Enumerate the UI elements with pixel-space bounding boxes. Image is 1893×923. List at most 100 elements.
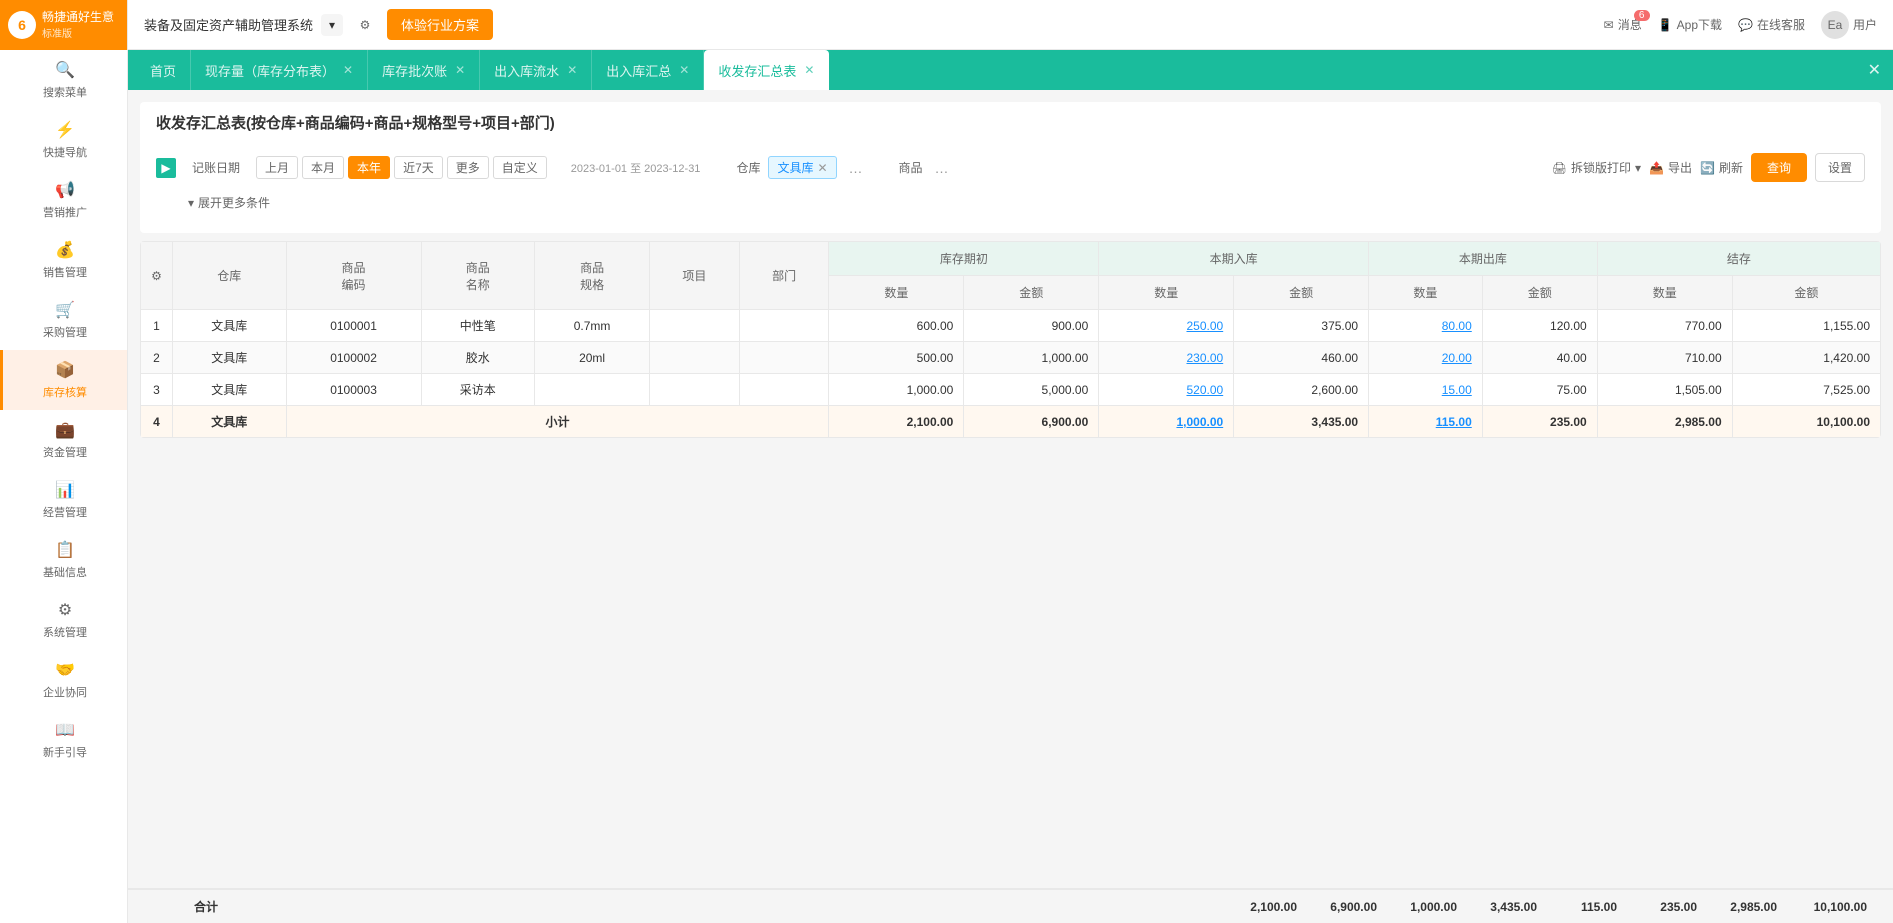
print-button[interactable]: 🖨 拆锁版打印 ▾ — [1552, 153, 1641, 182]
query-button[interactable]: 查询 — [1751, 153, 1807, 182]
subtotal-warehouse: 文具库 — [173, 406, 287, 438]
sidebar-label-3: 销售管理 — [43, 264, 87, 280]
tab-1[interactable]: 现存量（库存分布表）✕ — [191, 50, 368, 90]
tab-2[interactable]: 库存批次账✕ — [368, 50, 480, 90]
tab-4[interactable]: 出入库汇总✕ — [592, 50, 704, 90]
date-btn-7days[interactable]: 近7天 — [394, 156, 443, 179]
goods-more-icon[interactable]: … — [935, 160, 949, 176]
message-icon: ✉ — [1604, 18, 1614, 32]
col-closing-qty-header: 数量 — [1597, 276, 1732, 310]
date-btn-last-month[interactable]: 上月 — [256, 156, 298, 179]
cell-out-qty-0[interactable]: 80.00 — [1369, 310, 1483, 342]
subtotal-opening-amt: 6,900.00 — [964, 406, 1099, 438]
tabbar: 首页现存量（库存分布表）✕库存批次账✕出入库流水✕出入库汇总✕收发存汇总表✕ ✕ — [128, 50, 1893, 90]
sidebar-label-2: 营销推广 — [43, 204, 87, 220]
cell-closing-qty-1: 710.00 — [1597, 342, 1732, 374]
messages-button[interactable]: ✉ 消息 6 — [1604, 16, 1642, 33]
footer-closing-amt: 10,100.00 — [1787, 900, 1877, 914]
sidebar-icon-6: 💼 — [55, 420, 75, 440]
sidebar-item-快捷导航[interactable]: ⚡快捷导航 — [0, 110, 127, 170]
cell-out-amt-1: 40.00 — [1482, 342, 1597, 374]
date-btn-more[interactable]: 更多 — [447, 156, 489, 179]
filter-collapse-button[interactable]: ▶ — [156, 158, 176, 178]
sidebar-item-企业协同[interactable]: 🤝 企业协同 — [0, 650, 127, 710]
subtotal-in-qty[interactable]: 1,000.00 — [1099, 406, 1234, 438]
refresh-button[interactable]: 🔄 刷新 — [1700, 153, 1743, 182]
sidebar-item-系统管理[interactable]: ⚙系统管理 — [0, 590, 127, 650]
sidebar-label-11: 新手引导 — [43, 744, 87, 760]
goods-filter: 商品 … — [899, 159, 949, 176]
user-avatar: Ea — [1821, 11, 1849, 39]
export-button[interactable]: 📤 导出 — [1649, 153, 1692, 182]
date-btn-this-year[interactable]: 本年 — [348, 156, 390, 179]
table-row: 2 文具库 0100002 胶水 20ml 500.00 1,000.00 23… — [141, 342, 1881, 374]
app-download-label: App下载 — [1677, 16, 1722, 33]
cell-name-2: 采访本 — [421, 374, 535, 406]
cell-warehouse-1: 文具库 — [173, 342, 287, 374]
col-out-header: 本期出库 — [1369, 242, 1598, 276]
tab-close-5[interactable]: ✕ — [804, 63, 814, 77]
tab-close-2[interactable]: ✕ — [455, 63, 465, 77]
system-dropdown[interactable]: ▾ — [321, 14, 343, 36]
tab-close-3[interactable]: ✕ — [567, 63, 577, 77]
warehouse-label: 仓库 — [736, 159, 760, 176]
cell-out-qty-2[interactable]: 15.00 — [1369, 374, 1483, 406]
col-in-qty-header: 数量 — [1099, 276, 1234, 310]
date-btn-this-month[interactable]: 本月 — [302, 156, 344, 179]
trial-button[interactable]: 体验行业方案 — [387, 9, 493, 40]
cell-code-1: 0100002 — [286, 342, 421, 374]
sidebar-label-6: 资金管理 — [43, 444, 87, 460]
cell-opening-qty-1: 500.00 — [829, 342, 964, 374]
expand-button[interactable]: ▾ 展开更多条件 — [180, 190, 1865, 215]
subtotal-out-qty[interactable]: 115.00 — [1369, 406, 1483, 438]
cell-in-amt-2: 2,600.00 — [1234, 374, 1369, 406]
sidebar-icon-11: 📖 — [55, 720, 75, 740]
cell-in-qty-1[interactable]: 230.00 — [1099, 342, 1234, 374]
cell-in-qty-2[interactable]: 520.00 — [1099, 374, 1234, 406]
sidebar-label-5: 库存核算 — [43, 384, 87, 400]
sidebar-item-营销推广[interactable]: 📢营销推广 — [0, 170, 127, 230]
online-service-button[interactable]: 💬 在线客服 — [1738, 16, 1805, 33]
cell-name-0: 中性笔 — [421, 310, 535, 342]
sidebar-item-库存核算[interactable]: 📦 库存核算 — [0, 350, 127, 410]
tab-close-1[interactable]: ✕ — [343, 63, 353, 77]
cell-out-amt-0: 120.00 — [1482, 310, 1597, 342]
sidebar-item-销售管理[interactable]: 💰销售管理 — [0, 230, 127, 290]
sidebar-item-新手引导[interactable]: 📖 新手引导 — [0, 710, 127, 770]
col-out-qty-header: 数量 — [1369, 276, 1483, 310]
tab-3[interactable]: 出入库流水✕ — [480, 50, 592, 90]
cell-in-qty-0[interactable]: 250.00 — [1099, 310, 1234, 342]
cell-dept-1 — [739, 342, 829, 374]
column-settings-icon[interactable]: ⚙ — [151, 269, 162, 283]
sidebar-item-基础信息[interactable]: 📋基础信息 — [0, 530, 127, 590]
warehouse-tag-close[interactable]: ✕ — [817, 161, 827, 175]
sidebar-label-9: 系统管理 — [43, 624, 87, 640]
sidebar-icon-5: 📦 — [55, 360, 75, 380]
settings-icon[interactable]: ⚙ — [351, 11, 379, 39]
tab-close-4[interactable]: ✕ — [679, 63, 689, 77]
cell-index-1: 2 — [141, 342, 173, 374]
user-menu[interactable]: Ea 用户 — [1821, 11, 1877, 39]
warehouse-more-icon[interactable]: … — [849, 160, 863, 176]
sidebar-icon-10: 🤝 — [55, 660, 75, 680]
sidebar-label-1: 快捷导航 — [43, 144, 87, 160]
topbar-right: ✉ 消息 6 📱 App下载 💬 在线客服 Ea 用户 — [1604, 11, 1877, 39]
cell-out-qty-1[interactable]: 20.00 — [1369, 342, 1483, 374]
filter-row-1: ▶ 记账日期 上月 本月 本年 近7天 更多 自定义 2023-01-01 至 … — [156, 153, 1865, 182]
sidebar-item-采购管理[interactable]: 🛒采购管理 — [0, 290, 127, 350]
sidebar-item-搜索菜单[interactable]: 🔍搜索菜单 — [0, 50, 127, 110]
footer-total-label: 合计 — [176, 898, 236, 915]
filter-settings-button[interactable]: 设置 — [1815, 153, 1865, 182]
sidebar-label-10: 企业协同 — [43, 684, 87, 700]
date-btn-custom[interactable]: 自定义 — [493, 156, 547, 179]
service-icon: 💬 — [1738, 18, 1753, 32]
tab-0[interactable]: 首页 — [136, 50, 191, 90]
app-download-button[interactable]: 📱 App下载 — [1658, 16, 1722, 33]
sidebar-item-经营管理[interactable]: 📊经营管理 — [0, 470, 127, 530]
date-buttons: 上月 本月 本年 近7天 更多 自定义 — [256, 156, 547, 179]
col-goods-name-header: 商品名称 — [421, 242, 535, 310]
col-opening-amt-header: 金额 — [964, 276, 1099, 310]
sidebar-item-资金管理[interactable]: 💼 资金管理 — [0, 410, 127, 470]
tab-5[interactable]: 收发存汇总表✕ — [704, 50, 829, 90]
tabbar-close-button[interactable]: ✕ — [1868, 60, 1881, 80]
